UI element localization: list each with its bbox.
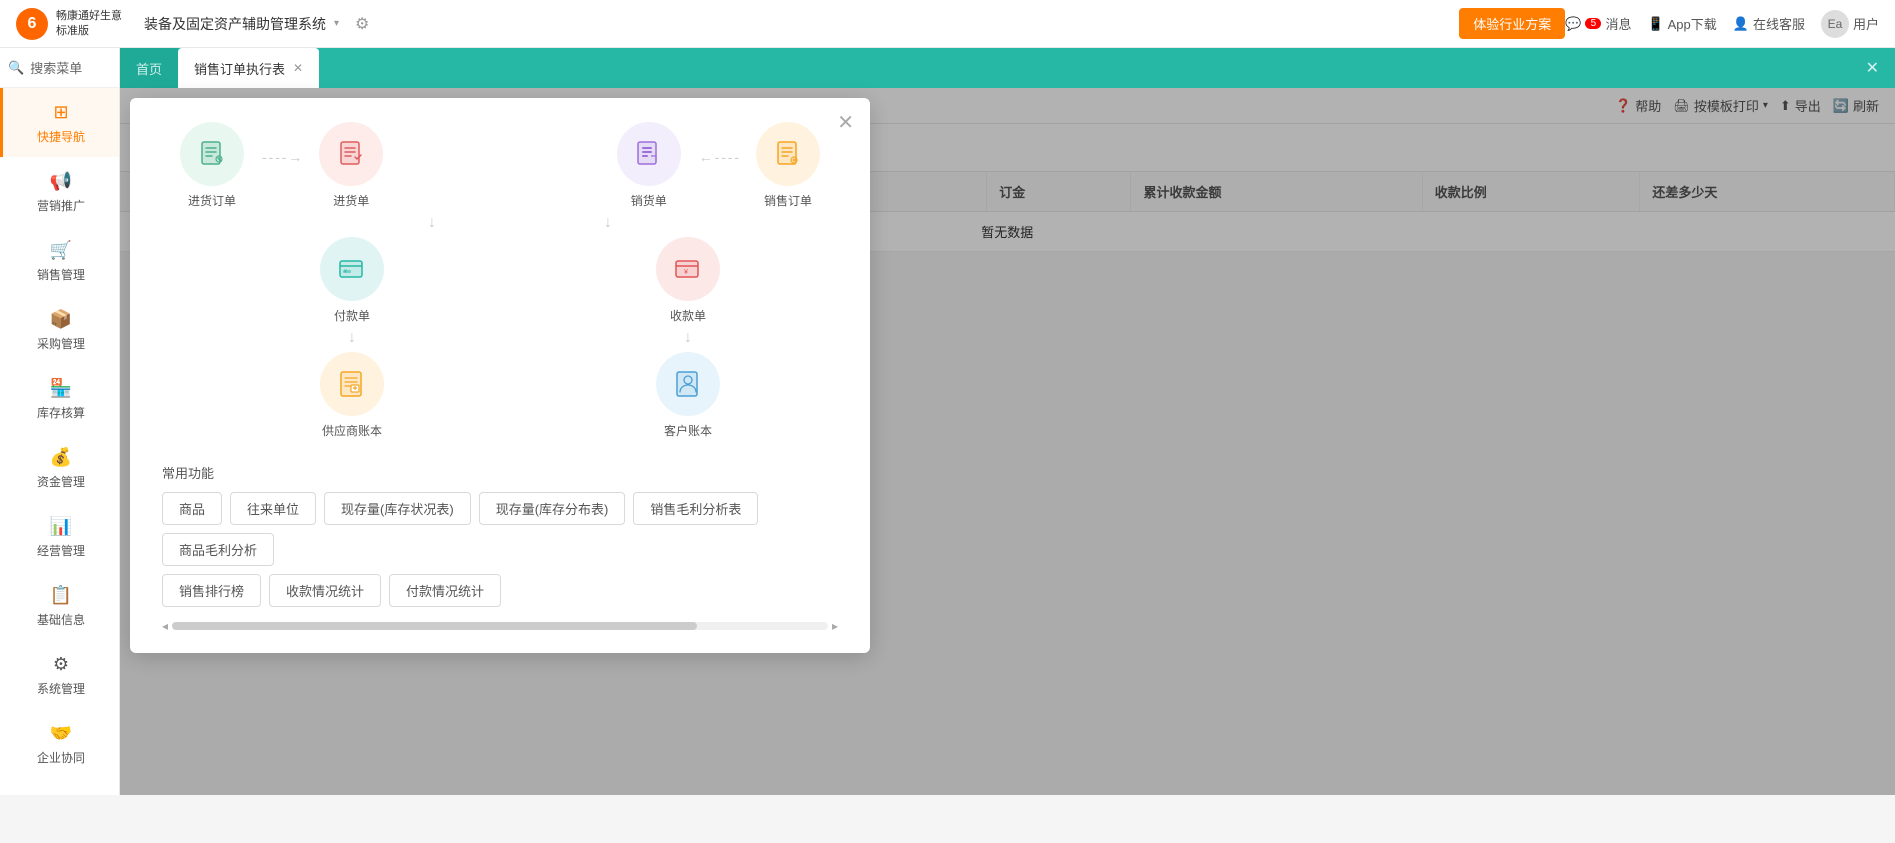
sidebar-item-quick-nav[interactable]: ⊞ 快捷导航 [0,88,119,157]
system-icon: ⚙ [49,652,73,676]
func-btn-inventory-status[interactable]: 现存量(库存状况表) [324,492,471,525]
sidebar-item-basics[interactable]: 📋 基础信息 [0,571,119,640]
inventory-icon: 🏪 [49,376,73,400]
func-btn-receipt-stats[interactable]: 收款情况统计 [269,574,381,607]
flow-node-customer-account[interactable]: 客户账本 [638,352,738,439]
online-service-button[interactable]: 👤 在线客服 [1733,14,1805,33]
supplier-account-icon [320,352,384,416]
flow-node-sales-order[interactable]: 销售订单 [738,122,838,209]
flow-node-receipt-bill[interactable]: ¥ 收款单 [638,237,738,324]
func-buttons-row1: 商品 往来单位 现存量(库存状况表) 现存量(库存分布表) 销售毛利分析表 商品… [162,492,838,566]
trial-button[interactable]: 体验行业方案 [1459,8,1565,39]
func-btn-inventory-dist[interactable]: 现存量(库存分布表) [479,492,626,525]
message-icon: 💬 [1565,16,1581,32]
finance-icon: 💰 [49,445,73,469]
sales-icon: 🛒 [49,238,73,262]
popup-box: ✕ [130,98,870,653]
flow-node-purchase-order[interactable]: 进货订单 [162,122,262,209]
sidebar-item-newbie[interactable]: 📖 新手引导 [0,778,119,795]
service-icon: 👤 [1733,16,1749,32]
top-header: 6 畅康通好生意 标准版 装备及固定资产辅助管理系统 ▾ ⚙ 体验行业方案 💬 … [0,0,1895,48]
sidebar-item-enterprise[interactable]: 🤝 企业协同 [0,709,119,778]
purchase-bill-icon [319,122,383,186]
svg-text:¥: ¥ [684,269,688,276]
sidebar-item-system[interactable]: ⚙ 系统管理 [0,640,119,709]
sidebar-item-sales[interactable]: 🛒 销售管理 [0,226,119,295]
arrow-down-purchase: ↓ [382,215,482,231]
tab-bar-close-button[interactable]: ✕ [1866,58,1879,78]
func-btn-contacts[interactable]: 往来单位 [230,492,316,525]
popup-scrollbar: ◂ ▸ [162,619,838,633]
sidebar-item-purchase[interactable]: 📦 采购管理 [0,295,119,364]
app-download-button[interactable]: 📱 App下载 [1647,14,1716,33]
func-buttons-row2: 销售排行榜 收款情况统计 付款情况统计 [162,574,838,607]
receipt-bill-icon: ¥ [656,237,720,301]
arrow-down-receipt: ↓ [638,330,738,346]
scrollbar-track[interactable] [172,622,828,630]
arrow-down-payment: ↓ [302,330,402,346]
purchase-icon: 📦 [49,307,73,331]
purchase-order-icon [180,122,244,186]
popup-close-button[interactable]: ✕ [837,110,854,135]
marketing-icon: 📢 [49,169,73,193]
quick-nav-icon: ⊞ [49,100,73,124]
flow-node-supplier-account[interactable]: 供应商账本 [302,352,402,439]
common-functions-title: 常用功能 [162,463,838,482]
sidebar-item-operations[interactable]: 📊 经营管理 [0,502,119,571]
main-content: 首页 销售订单执行表 ✕ ✕ ❓ 帮助 🖨 按模板打印 ▾ ⬆ 导出 [120,48,1895,795]
search-menu-button[interactable]: 🔍 搜索菜单 [0,48,119,88]
sales-order-icon [756,122,820,186]
flow-node-payment-bill[interactable]: ¥ 付款单 [302,237,402,324]
tab-sales-order[interactable]: 销售订单执行表 ✕ [178,48,319,88]
scroll-left-button[interactable]: ◂ [162,619,168,633]
sidebar-item-inventory[interactable]: 🏪 库存核算 [0,364,119,433]
sales-bill-icon [617,122,681,186]
system-name: 装备及固定资产辅助管理系统 [144,14,326,34]
dropdown-icon[interactable]: ▾ [334,18,339,29]
tab-bar: 首页 销售订单执行表 ✕ ✕ [120,48,1895,88]
flow-diagram: 进货订单 - - - - → [162,122,838,443]
logo-text: 畅康通好生意 标准版 [56,9,122,38]
func-btn-sales-profit[interactable]: 销售毛利分析表 [633,492,758,525]
logo-icon: 6 [16,8,48,40]
customer-account-icon [656,352,720,416]
user-button[interactable]: Ea 用户 [1821,10,1879,38]
header-right: 💬 5 消息 📱 App下载 👤 在线客服 Ea 用户 [1565,10,1879,38]
func-btn-goods-profit[interactable]: 商品毛利分析 [162,533,274,566]
func-btn-sales-rank[interactable]: 销售排行榜 [162,574,261,607]
popup-overlay: ✕ [120,88,1895,795]
basics-icon: 📋 [49,583,73,607]
sidebar-item-marketing[interactable]: 📢 营销推广 [0,157,119,226]
content-area: ❓ 帮助 🖨 按模板打印 ▾ ⬆ 导出 🔄 刷新 📅 单据状态 [120,88,1895,795]
message-button[interactable]: 💬 5 消息 [1565,14,1631,33]
search-icon: 🔍 [8,60,24,76]
newbie-icon: 📖 [49,790,73,795]
settings-icon[interactable]: ⚙ [355,14,369,34]
avatar: Ea [1821,10,1849,38]
func-btn-goods[interactable]: 商品 [162,492,222,525]
svg-text:¥: ¥ [344,269,347,275]
arrow-down-sales: ↓ [558,215,658,231]
flow-node-purchase-bill[interactable]: 进货单 [301,122,401,209]
common-functions: 常用功能 商品 往来单位 现存量(库存状况表) 现存量(库存分布表) 销售毛利分… [162,463,838,607]
logo-area: 6 畅康通好生意 标准版 [16,8,136,40]
scroll-right-button[interactable]: ▸ [832,619,838,633]
sidebar-item-finance[interactable]: 💰 资金管理 [0,433,119,502]
func-btn-payment-stats[interactable]: 付款情况统计 [389,574,501,607]
message-badge: 5 [1585,18,1601,29]
tab-close-icon[interactable]: ✕ [293,61,303,75]
operations-icon: 📊 [49,514,73,538]
enterprise-icon: 🤝 [49,721,73,745]
system-title: 装备及固定资产辅助管理系统 ▾ ⚙ [144,14,1443,34]
flow-node-sales-bill[interactable]: 销货单 [599,122,699,209]
sidebar: 🔍 搜索菜单 ⊞ 快捷导航 📢 营销推广 🛒 销售管理 📦 采购管理 🏪 库存核… [0,48,120,795]
payment-bill-icon: ¥ [320,237,384,301]
scrollbar-thumb [172,622,697,630]
download-icon: 📱 [1647,16,1663,32]
tab-home[interactable]: 首页 [120,48,178,88]
